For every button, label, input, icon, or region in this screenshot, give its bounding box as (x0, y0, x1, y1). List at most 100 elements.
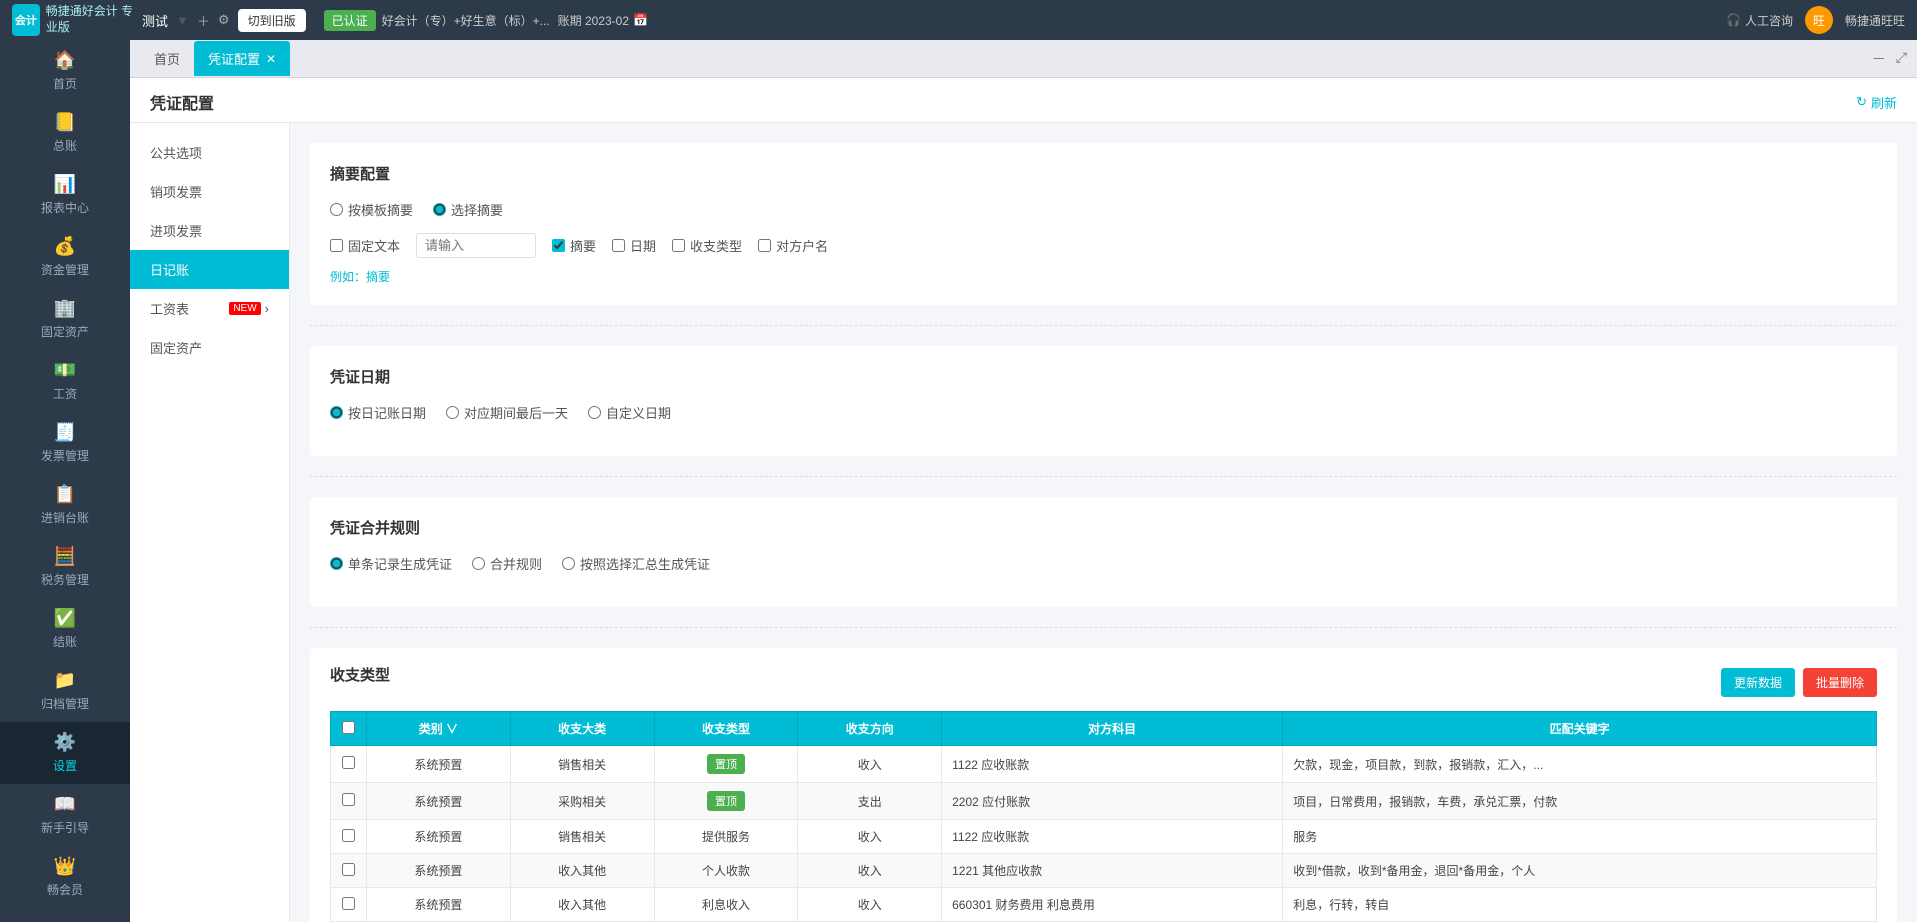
sidebar-item-report[interactable]: 📊 报表中心 (0, 164, 130, 226)
period-display[interactable]: 账期 2023-02 📅 (558, 12, 648, 29)
cell-keywords: 项目，日常费用，报销款，车费，承兑汇票，付款 (1283, 783, 1877, 820)
report-icon: 📊 (54, 174, 76, 195)
row-checkbox[interactable] (342, 793, 355, 806)
logo-text: 畅捷通好会计 专业版 (46, 4, 142, 35)
radio-single-record[interactable]: 单条记录生成凭证 (330, 554, 452, 573)
chevron-right-icon: › (265, 301, 269, 316)
menu-payroll[interactable]: 工资表 NEW › (130, 289, 289, 328)
refresh-btn[interactable]: ↻ 刷新 (1856, 93, 1897, 112)
maximize-btn[interactable]: ⤢ (1896, 49, 1907, 69)
consult-btn[interactable]: 🎧 人工咨询 (1726, 12, 1793, 29)
row-checkbox[interactable] (342, 756, 355, 769)
menu-public[interactable]: 公共选项 (130, 133, 289, 172)
th-keywords: 匹配关键字 (1283, 712, 1877, 746)
cell-account: 1122 应收账款 (942, 820, 1283, 854)
cell-type: 置顶 (654, 746, 798, 783)
sidebar-label-ledger: 总账 (53, 137, 77, 154)
sidebar-item-guide[interactable]: 📖 新手引导 (0, 784, 130, 846)
checkbox-summary[interactable]: 摘要 (552, 236, 596, 255)
checkbox-fixed-text[interactable]: 固定文本 (330, 236, 400, 255)
row-checkbox[interactable] (342, 863, 355, 876)
page-header: 凭证配置 ↻ 刷新 (130, 78, 1917, 123)
select-all-checkbox[interactable] (342, 721, 355, 734)
minimize-btn[interactable]: － (1872, 49, 1886, 69)
sidebar-item-salary[interactable]: 💵 工资 (0, 350, 130, 412)
sidebar-item-home[interactable]: 🏠 首页 (0, 40, 130, 102)
top-right: 🎧 人工咨询 旺 畅捷通旺旺 (1726, 6, 1905, 34)
update-data-btn[interactable]: 更新数据 (1721, 668, 1795, 697)
tab-close-btn[interactable]: ✕ (266, 52, 276, 66)
sidebar-item-invoice[interactable]: 🧾 发票管理 (0, 412, 130, 474)
merge-radio-group: 单条记录生成凭证 合并规则 按照选择汇总生成凭证 (330, 554, 1877, 573)
avatar[interactable]: 旺 (1805, 6, 1833, 34)
radio-select[interactable]: 选择摘要 (433, 200, 503, 219)
sidebar-item-fund[interactable]: 💰 资金管理 (0, 226, 130, 288)
th-checkbox (331, 712, 367, 746)
product-badges: 好会计（专）+好生意（标）+... (382, 12, 550, 29)
table-row: 系统预置 采购相关 置顶 支出 2202 应付账款 项目，日常费用，报销款，车费… (331, 783, 1877, 820)
table-row: 系统预置 收入其他 个人收款 收入 1221 其他应收款 收到*借款，收到*备用… (331, 854, 1877, 888)
tab-voucher-config[interactable]: 凭证配置 ✕ (194, 41, 290, 76)
table-row: 系统预置 销售相关 置顶 收入 1122 应收账款 欠款，现金，项目款，到款，报… (331, 746, 1877, 783)
sidebar-label-fund: 资金管理 (41, 261, 89, 278)
radio-period-last[interactable]: 对应期间最后一天 (446, 403, 568, 422)
page-content: 凭证配置 ↻ 刷新 公共选项 销项发票 进项发票 日记账 工资表 (130, 78, 1917, 922)
cell-direction: 收入 (798, 854, 942, 888)
current-book[interactable]: 测试 (142, 11, 168, 30)
menu-journal[interactable]: 日记账 (130, 250, 289, 289)
summary-section: 摘要配置 按模板摘要 选择摘要 固定文本 (310, 143, 1897, 305)
guide-icon: 📖 (54, 794, 76, 815)
sidebar-item-close[interactable]: ✅ 结账 (0, 598, 130, 660)
switch-version-btn[interactable]: 切到旧版 (238, 9, 306, 32)
sidebar-item-ledger[interactable]: 📒 总账 (0, 102, 130, 164)
row-checkbox[interactable] (342, 829, 355, 842)
sidebar-item-archive[interactable]: 📁 归档管理 (0, 660, 130, 722)
sidebar-item-asset[interactable]: 🏢 固定资产 (0, 288, 130, 350)
top-tag-btn[interactable]: 置顶 (707, 791, 745, 811)
th-direction: 收支方向 (798, 712, 942, 746)
checkbox-counterpart[interactable]: 对方户名 (758, 236, 828, 255)
radio-custom-date[interactable]: 自定义日期 (588, 403, 671, 422)
sidebar-label-member: 畅会员 (47, 881, 83, 898)
batch-delete-btn[interactable]: 批量删除 (1803, 668, 1877, 697)
th-major: 收支大类 (510, 712, 654, 746)
cell-account: 2202 应付账款 (942, 783, 1283, 820)
radio-aggregate[interactable]: 按照选择汇总生成凭证 (562, 554, 710, 573)
menu-fixed-asset[interactable]: 固定资产 (130, 328, 289, 367)
cell-type: 个人收款 (654, 854, 798, 888)
cell-account: 660301 财务费用 利息费用 (942, 888, 1283, 922)
radio-template[interactable]: 按模板摘要 (330, 200, 413, 219)
sidebar-item-tax[interactable]: 🧮 税务管理 (0, 536, 130, 598)
sidebar-item-sales[interactable]: 📋 进销台账 (0, 474, 130, 536)
sidebar-item-settings[interactable]: ⚙️ 设置 (0, 722, 130, 784)
cell-direction: 收入 (798, 820, 942, 854)
th-account: 对方科目 (942, 712, 1283, 746)
menu-sales-invoice[interactable]: 销项发票 (130, 172, 289, 211)
settings-icon[interactable]: ⚙ (218, 12, 230, 28)
checkbox-income-type[interactable]: 收支类型 (672, 236, 742, 255)
date-title: 凭证日期 (330, 366, 1877, 387)
content-area: 首页 凭证配置 ✕ － ⤢ 凭证配置 ↻ 刷新 (130, 40, 1917, 922)
cell-category: 系统预置 (367, 783, 511, 820)
table-header: 类别 ∨ 收支大类 收支类型 收支方向 对方科目 匹配关键字 (331, 712, 1877, 746)
top-tag-btn[interactable]: 置顶 (707, 754, 745, 774)
window-controls: － ⤢ (1872, 49, 1907, 69)
add-icon[interactable]: ＋ (197, 11, 210, 30)
divider-2 (310, 476, 1897, 477)
row-checkbox[interactable] (342, 897, 355, 910)
tab-home[interactable]: 首页 (140, 41, 194, 76)
tab-bar: 首页 凭证配置 ✕ － ⤢ (130, 40, 1917, 78)
cell-keywords: 欠款，现金，项目款，到款，报销款，汇入，... (1283, 746, 1877, 783)
menu-purchase-invoice[interactable]: 进项发票 (130, 211, 289, 250)
asset-icon: 🏢 (54, 298, 76, 319)
left-menu: 公共选项 销项发票 进项发票 日记账 工资表 NEW › 固定资产 (130, 123, 290, 922)
cell-major: 销售相关 (510, 820, 654, 854)
page-title: 凭证配置 (150, 90, 214, 114)
radio-merge-rule[interactable]: 合并规则 (472, 554, 542, 573)
fixed-text-input[interactable] (416, 233, 536, 258)
checkbox-date[interactable]: 日期 (612, 236, 656, 255)
ledger-icon: 📒 (54, 112, 76, 133)
sidebar-item-member[interactable]: 👑 畅会员 (0, 846, 130, 908)
cell-keywords: 利息，行转，转自 (1283, 888, 1877, 922)
radio-journal-date[interactable]: 按日记账日期 (330, 403, 426, 422)
